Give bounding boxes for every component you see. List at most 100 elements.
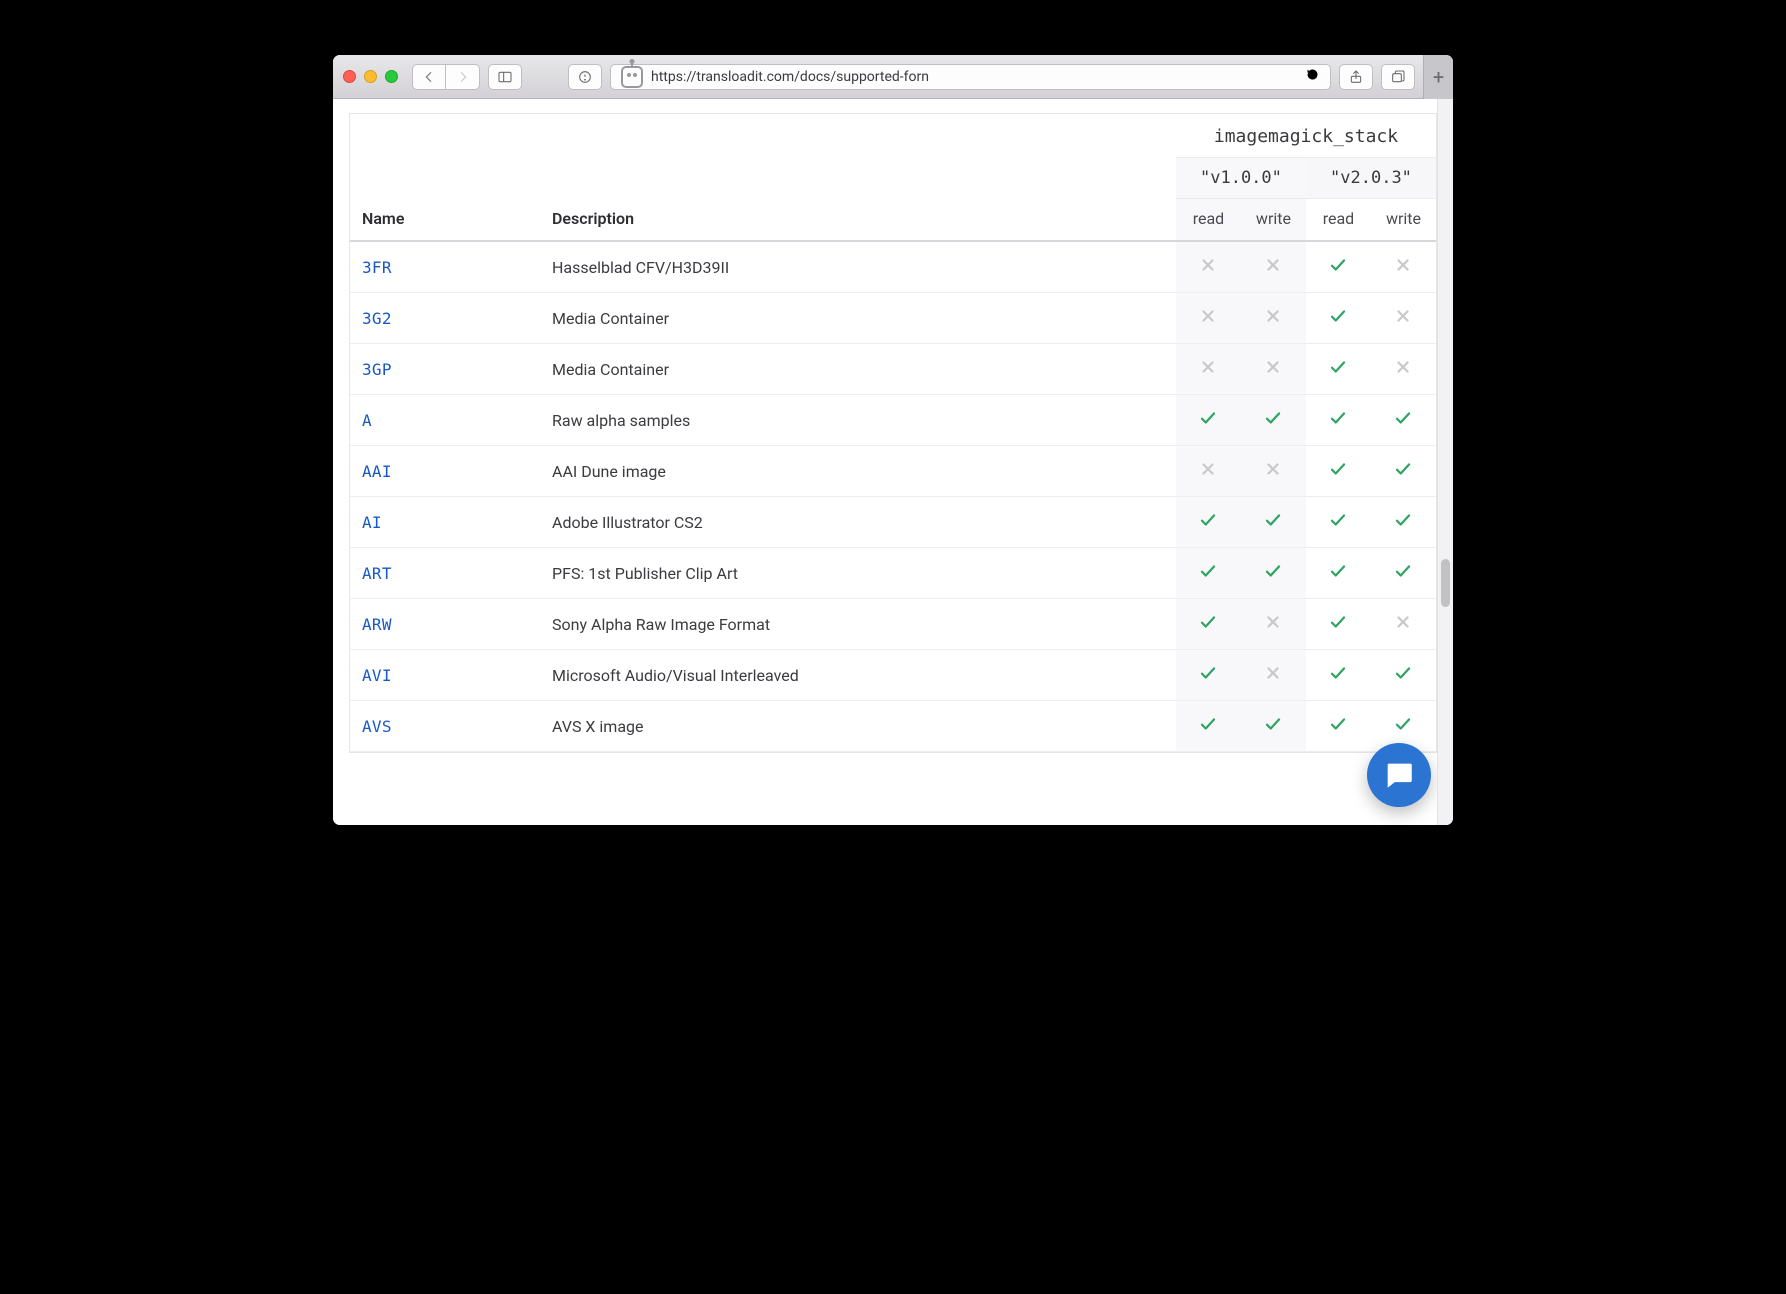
v1-read-cell	[1176, 344, 1241, 395]
chat-icon	[1382, 758, 1416, 792]
check-icon	[1394, 718, 1412, 737]
cross-icon	[1394, 361, 1412, 380]
v1-write-cell	[1241, 241, 1306, 293]
window-scrollbar[interactable]	[1437, 99, 1453, 825]
v2-write-cell	[1371, 497, 1436, 548]
v1-read-cell	[1176, 599, 1241, 650]
format-link[interactable]: AI	[362, 513, 382, 532]
v2-read-cell	[1306, 650, 1371, 701]
cross-icon	[1264, 310, 1282, 329]
v2-read-cell	[1306, 344, 1371, 395]
reload-icon[interactable]	[1305, 67, 1320, 86]
back-button[interactable]	[412, 64, 446, 90]
format-link[interactable]: AVI	[362, 666, 392, 685]
format-link[interactable]: AVS	[362, 717, 392, 736]
plus-icon: +	[1433, 65, 1444, 89]
cross-icon	[1394, 616, 1412, 635]
format-link[interactable]: A	[362, 411, 372, 430]
page-content[interactable]: imagemagick_stack "v1.0.0" "v2.0.3" Name…	[333, 99, 1453, 825]
format-link[interactable]: 3GP	[362, 360, 392, 379]
v2-read-cell	[1306, 548, 1371, 599]
v1-write-cell	[1241, 497, 1306, 548]
stack-header: imagemagick_stack	[1176, 114, 1436, 158]
formats-table: imagemagick_stack "v1.0.0" "v2.0.3" Name…	[350, 114, 1436, 752]
check-icon	[1394, 463, 1412, 482]
cross-icon	[1264, 616, 1282, 635]
v2-write-cell	[1371, 599, 1436, 650]
format-desc-cell: Sony Alpha Raw Image Format	[540, 599, 1176, 650]
v1-write-cell	[1241, 446, 1306, 497]
col-v1-read: read	[1176, 199, 1241, 242]
cross-icon	[1264, 259, 1282, 278]
close-window-button[interactable]	[343, 70, 356, 83]
cross-icon	[1394, 310, 1412, 329]
tabs-button[interactable]	[1381, 64, 1415, 90]
v1-read-cell	[1176, 701, 1241, 752]
sidebar-toggle-button[interactable]	[488, 64, 522, 90]
cross-icon	[1199, 361, 1217, 380]
format-link[interactable]: AAI	[362, 462, 392, 481]
format-desc-cell: Adobe Illustrator CS2	[540, 497, 1176, 548]
browser-window: https://transloadit.com/docs/supported-f…	[333, 55, 1453, 825]
format-name-cell: 3GP	[350, 344, 540, 395]
v2-read-cell	[1306, 497, 1371, 548]
check-icon	[1264, 514, 1282, 533]
table-row: AAIAAI Dune image	[350, 446, 1436, 497]
check-icon	[1394, 412, 1412, 431]
check-icon	[1329, 310, 1347, 329]
check-icon	[1199, 412, 1217, 431]
format-name-cell: AVI	[350, 650, 540, 701]
format-desc-cell: Media Container	[540, 293, 1176, 344]
col-name: Name	[350, 199, 540, 242]
nav-buttons	[412, 64, 480, 90]
forward-button[interactable]	[446, 64, 480, 90]
format-name-cell: AI	[350, 497, 540, 548]
format-link[interactable]: 3FR	[362, 258, 392, 277]
check-icon	[1264, 718, 1282, 737]
new-tab-button[interactable]: +	[1423, 55, 1453, 99]
format-name-cell: AAI	[350, 446, 540, 497]
v1-write-cell	[1241, 650, 1306, 701]
table-row: AVIMicrosoft Audio/Visual Interleaved	[350, 650, 1436, 701]
v2-read-cell	[1306, 446, 1371, 497]
v1-write-cell	[1241, 395, 1306, 446]
zoom-window-button[interactable]	[385, 70, 398, 83]
titlebar: https://transloadit.com/docs/supported-f…	[333, 55, 1453, 99]
v1-write-cell	[1241, 293, 1306, 344]
check-icon	[1329, 667, 1347, 686]
table-row: ARW Sony Alpha Raw Image Format	[350, 599, 1436, 650]
site-settings-button[interactable]	[568, 64, 602, 90]
v1-write-cell	[1241, 548, 1306, 599]
check-icon	[1329, 718, 1347, 737]
chat-launcher-button[interactable]	[1367, 743, 1431, 807]
share-button[interactable]	[1339, 64, 1373, 90]
format-link[interactable]: ARW	[362, 615, 392, 634]
table-row: 3G2 Media Container	[350, 293, 1436, 344]
url-text: https://transloadit.com/docs/supported-f…	[651, 69, 1297, 85]
version-1-header: "v1.0.0"	[1176, 158, 1306, 199]
table-row: A Raw alpha samples	[350, 395, 1436, 446]
v2-read-cell	[1306, 599, 1371, 650]
v2-write-cell	[1371, 446, 1436, 497]
v2-write-cell	[1371, 395, 1436, 446]
format-link[interactable]: ART	[362, 564, 392, 583]
cross-icon	[1199, 259, 1217, 278]
table-row: 3FRHasselblad CFV/H3D39II	[350, 241, 1436, 293]
format-link[interactable]: 3G2	[362, 309, 392, 328]
address-bar[interactable]: https://transloadit.com/docs/supported-f…	[610, 64, 1331, 90]
check-icon	[1394, 565, 1412, 584]
format-desc-cell: PFS: 1st Publisher Clip Art	[540, 548, 1176, 599]
v1-read-cell	[1176, 497, 1241, 548]
v2-read-cell	[1306, 241, 1371, 293]
check-icon	[1394, 514, 1412, 533]
v2-write-cell	[1371, 548, 1436, 599]
col-v2-read: read	[1306, 199, 1371, 242]
format-desc-cell: Raw alpha samples	[540, 395, 1176, 446]
cross-icon	[1199, 463, 1217, 482]
scrollbar-thumb[interactable]	[1441, 559, 1450, 607]
version-2-header: "v2.0.3"	[1306, 158, 1436, 199]
format-name-cell: 3G2	[350, 293, 540, 344]
v2-write-cell	[1371, 344, 1436, 395]
v2-write-cell	[1371, 241, 1436, 293]
minimize-window-button[interactable]	[364, 70, 377, 83]
